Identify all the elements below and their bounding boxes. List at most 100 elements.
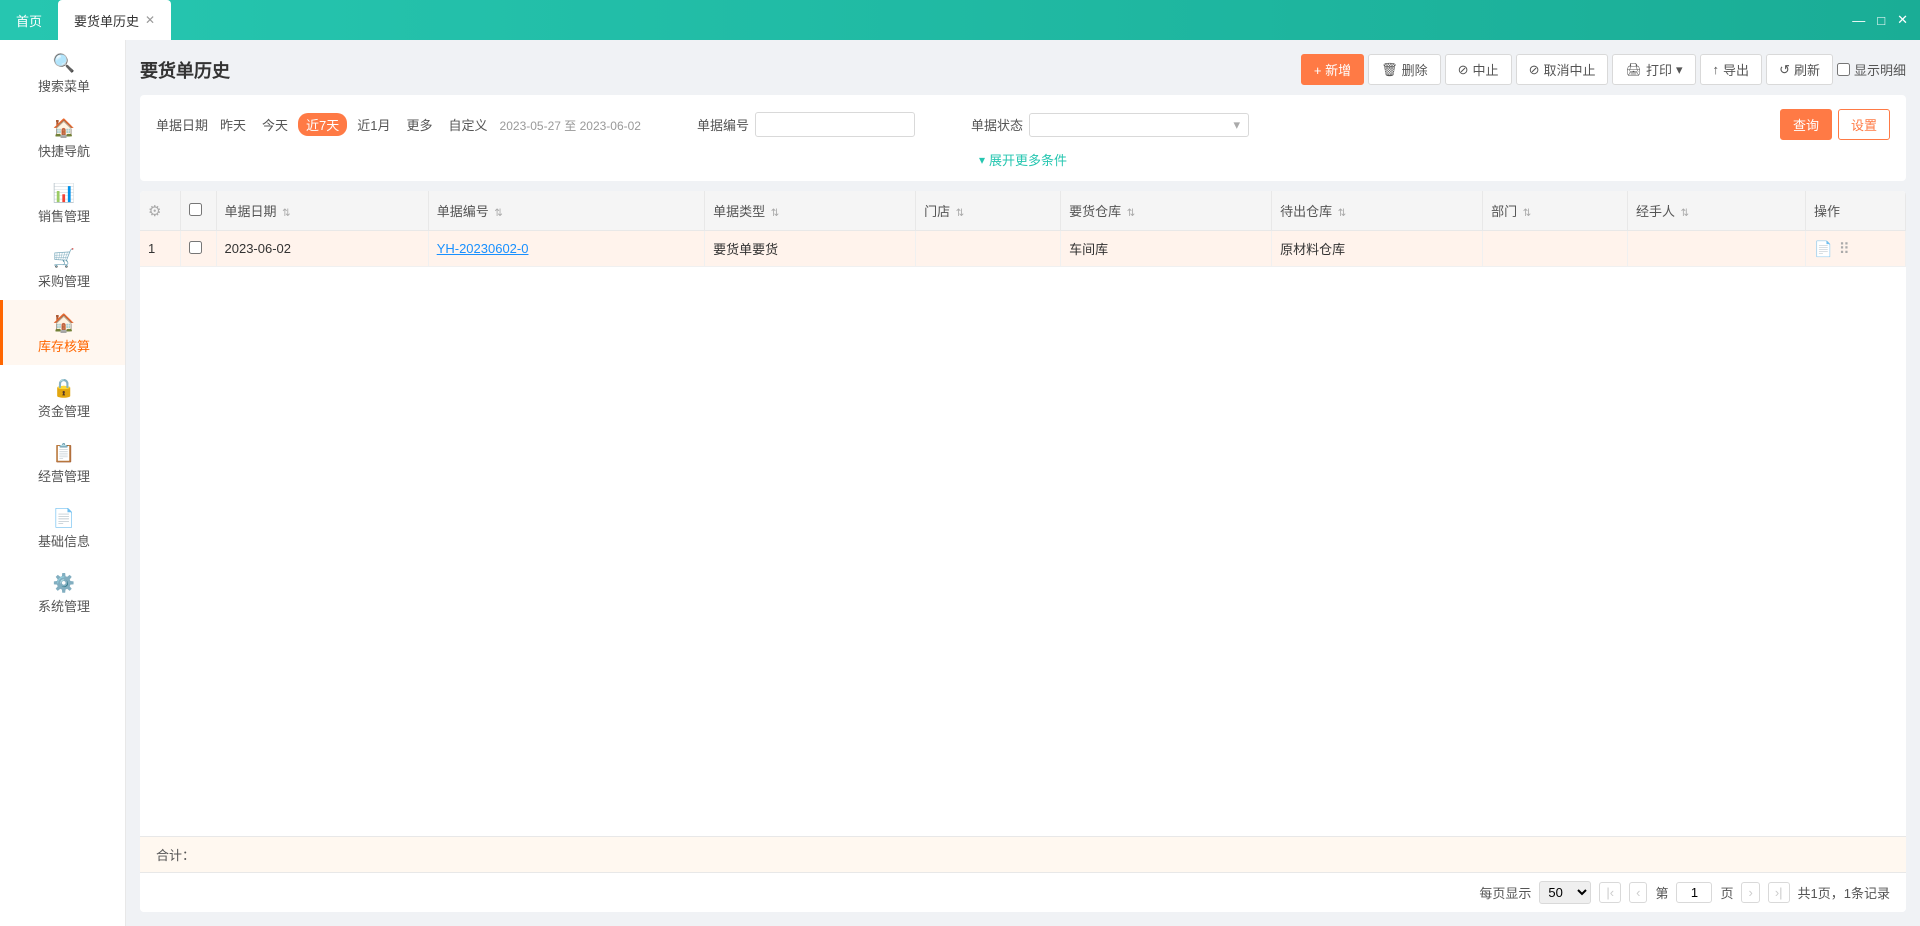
cell-num: 1 (140, 231, 180, 267)
req-warehouse-sort-icon[interactable]: ⇅ (1127, 208, 1135, 219)
new-button[interactable]: + 新增 (1301, 54, 1364, 85)
bill-no-link[interactable]: YH-20230602-0 (437, 241, 529, 256)
col-operation-label: 操作 (1814, 204, 1840, 219)
col-checkbox (180, 191, 216, 231)
col-settings: ⚙ (140, 191, 180, 231)
row-checkbox[interactable] (189, 241, 202, 254)
select-all-checkbox[interactable] (189, 203, 202, 216)
page-size-select[interactable]: 50 10 20 100 (1539, 881, 1591, 904)
sidebar-item-operations-mgmt[interactable]: 📋 经营管理 (0, 430, 125, 495)
summary-label: 合计： (156, 848, 195, 863)
filter-actions: 查询 设置 (1780, 109, 1890, 140)
last-page-button[interactable]: ›| (1768, 882, 1790, 903)
maximize-icon[interactable]: □ (1877, 13, 1885, 28)
first-page-button[interactable]: |‹ (1599, 882, 1621, 903)
export-button[interactable]: ↑ 导出 (1700, 54, 1763, 85)
refresh-button[interactable]: ↺ 刷新 (1766, 54, 1833, 85)
display-detail-label: 显示明细 (1837, 60, 1906, 79)
setting-button[interactable]: 设置 (1838, 109, 1890, 140)
bill-no-sort-icon[interactable]: ⇅ (494, 208, 502, 219)
delete-icon: 🗑 (1381, 62, 1398, 78)
page-number-input[interactable] (1676, 882, 1712, 903)
minimize-icon[interactable]: — (1852, 13, 1865, 28)
shortcut-1month[interactable]: 近1月 (351, 113, 396, 136)
sidebar-item-search-menu[interactable]: 🔍 搜索菜单 (0, 40, 125, 105)
col-department-label: 部门 (1491, 204, 1517, 219)
sidebar-item-inventory[interactable]: 🏠 库存核算 (0, 300, 125, 365)
print-button[interactable]: 🖨 打印 ▾ (1612, 54, 1695, 85)
bill-no-input[interactable] (755, 112, 915, 137)
col-bill-no-label: 单据编号 (437, 204, 489, 219)
more-action-icon[interactable]: ⠿ (1839, 240, 1850, 258)
sidebar-item-purchase-mgmt[interactable]: 🛒 采购管理 (0, 235, 125, 300)
cell-req-warehouse: 车间库 (1061, 231, 1272, 267)
display-detail-checkbox[interactable] (1837, 63, 1850, 76)
department-sort-icon[interactable]: ⇅ (1523, 208, 1531, 219)
sidebar-item-basic-info[interactable]: 📄 基础信息 (0, 495, 125, 560)
pending-warehouse-sort-icon[interactable]: ⇅ (1338, 208, 1346, 219)
column-settings-icon[interactable]: ⚙ (148, 203, 161, 220)
sidebar-item-quick-nav[interactable]: 🏠 快捷导航 (0, 105, 125, 170)
system-mgmt-icon: ⚙️ (53, 574, 75, 592)
date-filter-label: 单据日期 (156, 115, 208, 134)
sidebar-item-system-mgmt[interactable]: ⚙️ 系统管理 (0, 560, 125, 625)
date-shortcuts: 昨天 今天 近7天 近1月 更多 自定义 (214, 113, 494, 136)
expand-more-row[interactable]: ▾ 展开更多条件 (156, 148, 1890, 171)
delete-button[interactable]: 🗑 🗑 删除 删除 (1368, 54, 1441, 85)
col-store: 门店 ⇅ (916, 191, 1061, 231)
col-bill-no: 单据编号 ⇅ (428, 191, 704, 231)
sidebar-label-inventory: 库存核算 (38, 336, 90, 355)
shortcut-custom[interactable]: 自定义 (443, 113, 494, 136)
total-info: 共1页，1条记录 (1798, 883, 1890, 902)
date-range-text: 2023-05-27 至 2023-06-02 (500, 117, 641, 134)
prev-page-button[interactable]: ‹ (1629, 882, 1647, 903)
bill-no-filter-item: 单据编号 (697, 112, 915, 137)
cancel-stop-button[interactable]: ⊘ 取消中止 (1516, 54, 1609, 85)
refresh-icon: ↺ (1779, 62, 1790, 78)
basic-info-icon: 📄 (53, 509, 75, 527)
tab-home[interactable]: 首页 (0, 0, 58, 40)
expand-more-icon: ▾ (979, 153, 985, 167)
close-window-icon[interactable]: ✕ (1897, 12, 1908, 28)
search-menu-icon: 🔍 (53, 54, 75, 72)
sidebar-label-search-menu: 搜索菜单 (38, 76, 90, 95)
content-area: 要货单历史 + 新增 🗑 🗑 删除 删除 ⊘ 中止 ⊘ 取消中止 🖨 (126, 40, 1920, 926)
bill-type-sort-icon[interactable]: ⇅ (771, 208, 779, 219)
finance-mgmt-icon: 🔒 (53, 379, 75, 397)
sidebar-label-finance-mgmt: 资金管理 (38, 401, 90, 420)
shortcut-today[interactable]: 今天 (256, 113, 294, 136)
sidebar-item-sales-mgmt[interactable]: 📊 销售管理 (0, 170, 125, 235)
tab-requisition-history[interactable]: 要货单历史 ✕ (58, 0, 171, 40)
col-handler-label: 经手人 (1636, 204, 1675, 219)
status-select[interactable]: ▾ (1029, 113, 1249, 137)
sidebar-item-finance-mgmt[interactable]: 🔒 资金管理 (0, 365, 125, 430)
filter-panel: 单据日期 昨天 今天 近7天 近1月 更多 自定义 2023-05-27 至 2… (140, 95, 1906, 181)
sidebar-label-system-mgmt: 系统管理 (38, 596, 90, 615)
shortcut-more[interactable]: 更多 (401, 113, 439, 136)
toolbar: + 新增 🗑 🗑 删除 删除 ⊘ 中止 ⊘ 取消中止 🖨 打印 ▾ (1301, 54, 1906, 85)
handler-sort-icon[interactable]: ⇅ (1681, 208, 1689, 219)
sidebar-label-sales-mgmt: 销售管理 (38, 206, 90, 225)
query-button[interactable]: 查询 (1780, 109, 1832, 140)
page-unit: 页 (1720, 883, 1733, 902)
cell-department (1483, 231, 1628, 267)
sidebar-label-basic-info: 基础信息 (38, 531, 90, 550)
next-page-button[interactable]: › (1741, 882, 1759, 903)
cell-bill-type: 要货单要货 (705, 231, 916, 267)
date-filter-item: 单据日期 昨天 今天 近7天 近1月 更多 自定义 2023-05-27 至 2… (156, 113, 641, 136)
purchase-mgmt-icon: 🛒 (53, 249, 75, 267)
store-sort-icon[interactable]: ⇅ (956, 208, 964, 219)
sidebar-label-purchase-mgmt: 采购管理 (38, 271, 90, 290)
stop-icon: ⊘ (1458, 62, 1469, 78)
shortcut-7days[interactable]: 近7天 (298, 113, 347, 136)
col-pending-warehouse-label: 待出仓库 (1280, 204, 1332, 219)
footer-summary: 合计： (140, 836, 1906, 872)
quick-nav-icon: 🏠 (53, 119, 75, 137)
date-sort-icon[interactable]: ⇅ (282, 208, 290, 219)
stop-button[interactable]: ⊘ 中止 (1445, 54, 1512, 85)
close-tab-icon[interactable]: ✕ (145, 13, 155, 27)
top-bar: 首页 要货单历史 ✕ — □ ✕ (0, 0, 1920, 40)
page-size-label: 每页显示 (1479, 883, 1531, 902)
shortcut-yesterday[interactable]: 昨天 (214, 113, 252, 136)
view-action-icon[interactable]: 📄 (1814, 240, 1833, 258)
